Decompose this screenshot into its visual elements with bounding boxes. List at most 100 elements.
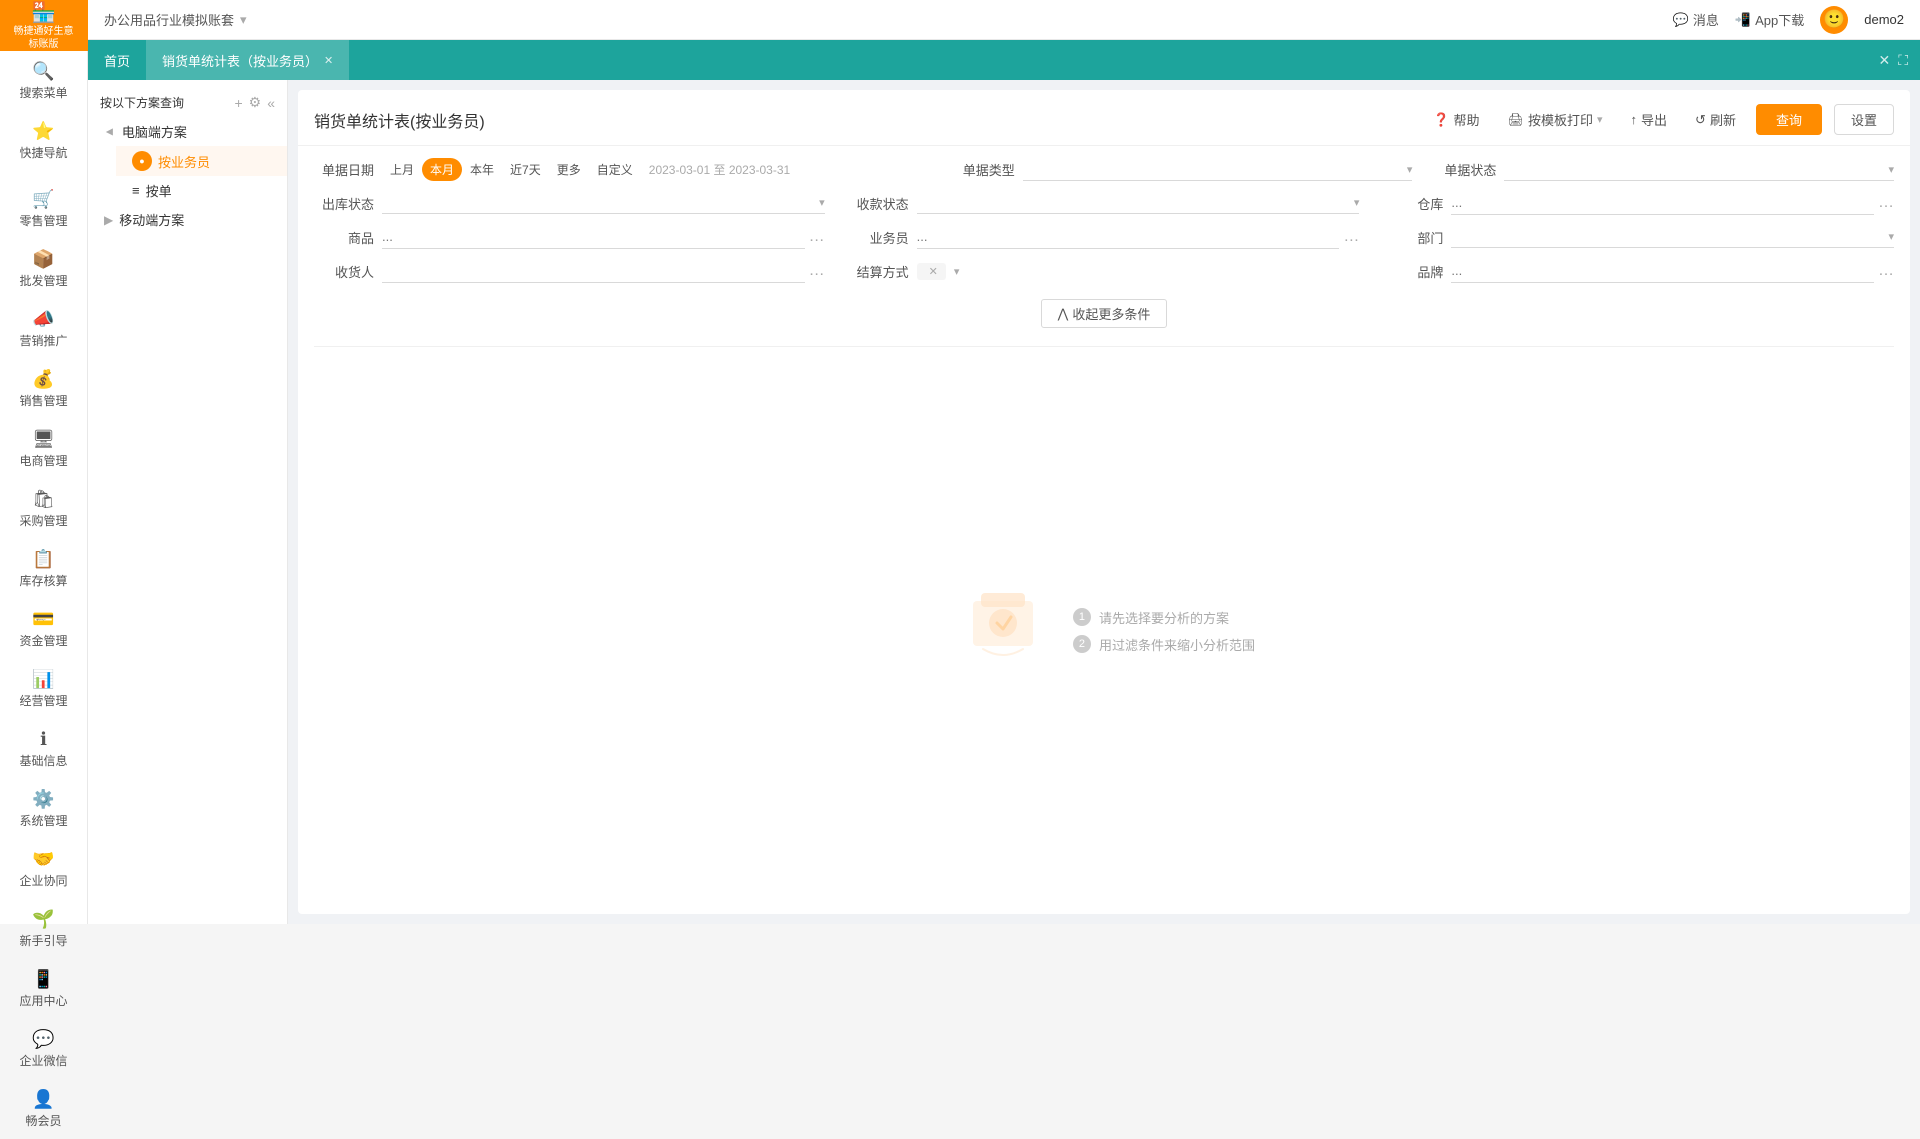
edit-scheme-btn[interactable]: ⚙ — [249, 94, 262, 111]
staff-label: 业务员 — [849, 228, 909, 247]
empty-state: 1 请先选择要分析的方案 2 用过滤条件来缩小分析范围 — [298, 347, 1910, 914]
tab-home[interactable]: 首页 — [88, 40, 146, 80]
add-scheme-btn[interactable]: + — [234, 95, 242, 111]
sidebar-item-sales-label: 销售管理 — [19, 392, 67, 409]
tab-maximize-icon[interactable]: ⛶ — [1898, 52, 1908, 69]
date-range-text: 2023-03-01 至 2023-03-31 — [649, 161, 790, 178]
doc-status-dropdown[interactable]: ▾ — [1504, 159, 1894, 181]
sidebar-item-inventory[interactable]: 📋 库存核算 — [0, 539, 88, 599]
dept-control[interactable]: ▾ — [1451, 226, 1894, 248]
staff-control[interactable]: … — [917, 225, 1360, 249]
filter-staff: 业务员 … — [849, 225, 1360, 249]
warehouse-label: 仓库 — [1383, 194, 1443, 213]
date-btn-7days[interactable]: 近7天 — [502, 158, 549, 181]
date-btn-custom[interactable]: 自定义 — [589, 158, 641, 181]
dept-arrow-icon: ▾ — [1888, 230, 1894, 243]
tree-node-by-order[interactable]: ≡ 按单 — [116, 176, 287, 205]
out-status-dropdown[interactable]: ▾ — [382, 192, 825, 214]
consignee-dots-icon[interactable]: … — [809, 262, 825, 280]
doc-type-control[interactable]: ▾ — [1023, 159, 1413, 181]
brand-control[interactable]: … — [1451, 259, 1894, 283]
mobile-scheme-label: 移动端方案 — [119, 210, 184, 229]
tree-mobile-scheme[interactable]: ▶ 移动端方案 — [88, 205, 287, 234]
dept-dropdown[interactable]: ▾ — [1451, 226, 1894, 248]
user-avatar[interactable]: 🙂 — [1820, 6, 1848, 34]
page-actions: ❓ 帮助 🖨 按模板打印 ▾ ↑ 导出 ↺ 刷新 — [1425, 104, 1894, 135]
refresh-icon: ↺ — [1695, 112, 1706, 128]
tree-pc-scheme[interactable]: ▼ 电脑端方案 — [88, 117, 287, 146]
sidebar-logo[interactable]: 🏪 畅捷通好生意 标账版 — [0, 0, 88, 51]
sidebar-item-sales[interactable]: 💰 销售管理 — [0, 359, 88, 419]
sidebar-item-marketing[interactable]: 📣 营销推广 — [0, 299, 88, 359]
sidebar-item-system[interactable]: ⚙️ 系统管理 — [0, 779, 88, 839]
message-btn[interactable]: 💬 消息 — [1673, 10, 1719, 29]
date-btn-lastmonth[interactable]: 上月 — [382, 158, 422, 181]
print-btn[interactable]: 🖨 按模板打印 ▾ — [1499, 106, 1610, 133]
filter-row-3: 商品 … 业务员 … 部门 — [314, 225, 1894, 249]
out-status-control[interactable]: ▾ — [382, 192, 825, 214]
brand-dots-icon[interactable]: … — [1878, 262, 1894, 280]
collapse-btn[interactable]: ⋀ 收起更多条件 — [1041, 299, 1168, 328]
empty-hint-1: 1 请先选择要分析的方案 — [1073, 608, 1255, 627]
sidebar-item-ecommerce-label: 电商管理 — [19, 452, 67, 469]
app-download-btn[interactable]: 📲 App下载 — [1735, 10, 1804, 29]
sidebar-item-search[interactable]: 🔍 搜索菜单 — [0, 51, 88, 111]
print-arrow-icon: ▾ — [1597, 113, 1603, 126]
refresh-btn[interactable]: ↺ 刷新 — [1687, 106, 1744, 133]
staff-input[interactable] — [917, 225, 1340, 249]
doc-status-control[interactable]: ▾ — [1504, 159, 1894, 181]
consignee-control[interactable]: … — [382, 259, 825, 283]
brand-input[interactable] — [1451, 259, 1874, 283]
export-btn[interactable]: ↑ 导出 — [1623, 106, 1676, 133]
goods-control[interactable]: … — [382, 225, 825, 249]
sidebar-item-operations[interactable]: 📊 经营管理 — [0, 659, 88, 719]
sidebar-item-search-label: 搜索菜单 — [19, 84, 67, 101]
goods-input[interactable] — [382, 225, 805, 249]
filter-receipt-status: 收款状态 ▾ — [849, 192, 1360, 214]
filter-warehouse: 仓库 … — [1383, 191, 1894, 215]
receipt-status-control[interactable]: ▾ — [917, 192, 1360, 214]
staff-dots-icon[interactable]: … — [1343, 228, 1359, 246]
doc-type-arrow-icon: ▾ — [1407, 163, 1413, 176]
tab-sales-stat[interactable]: 销货单统计表（按业务员） ✕ — [146, 40, 349, 80]
tree-node-by-staff[interactable]: ● 按业务员 — [116, 146, 287, 176]
sidebar-item-retail[interactable]: 🛒 零售管理 — [0, 179, 88, 239]
date-btn-thismonth[interactable]: 本月 — [422, 158, 462, 181]
left-panel-actions: + ⚙ « — [234, 94, 275, 111]
date-btn-more[interactable]: 更多 — [549, 158, 589, 181]
doc-type-dropdown[interactable]: ▾ — [1023, 159, 1413, 181]
collapse-panel-btn[interactable]: « — [267, 95, 275, 111]
sidebar-item-member[interactable]: 👤 畅会员 — [0, 1079, 88, 1139]
sidebar-item-wechat[interactable]: 💬 企业微信 — [0, 1019, 88, 1079]
settings-btn[interactable]: 设置 — [1834, 104, 1894, 135]
tab-close-window-icon[interactable]: ✕ — [1878, 52, 1890, 69]
tab-close-icon[interactable]: ✕ — [324, 54, 333, 67]
sidebar-item-finance[interactable]: 💳 资金管理 — [0, 599, 88, 659]
sidebar-item-basic[interactable]: ℹ 基础信息 — [0, 719, 88, 779]
topbar-dropdown-icon[interactable]: ▾ — [240, 12, 247, 28]
sidebar-item-purchase[interactable]: 🛍 采购管理 — [0, 479, 88, 539]
sidebar-item-apps[interactable]: 📱 应用中心 — [0, 959, 88, 1019]
sidebar-item-wholesale[interactable]: 📦 批发管理 — [0, 239, 88, 299]
goods-dots-icon[interactable]: … — [809, 228, 825, 246]
settlement-arrow-icon[interactable]: ▾ — [954, 265, 960, 278]
consignee-input[interactable] — [382, 259, 805, 283]
user-name[interactable]: demo2 — [1864, 12, 1904, 27]
settlement-tag-close-icon[interactable]: ✕ — [929, 265, 938, 278]
sidebar-item-ecommerce[interactable]: 🖥 电商管理 — [0, 419, 88, 479]
warehouse-input[interactable] — [1451, 191, 1874, 215]
sidebar-item-cooperation[interactable]: 🤝 企业协同 — [0, 839, 88, 899]
receipt-status-dropdown[interactable]: ▾ — [917, 192, 1360, 214]
warehouse-control[interactable]: … — [1451, 191, 1894, 215]
sidebar-item-newuser[interactable]: 🌱 新手引导 — [0, 899, 88, 959]
collapse-btn-label: 收起更多条件 — [1072, 304, 1150, 323]
content-area: 按以下方案查询 + ⚙ « ▼ 电脑端方案 ● 按业务员 — [88, 80, 1920, 924]
query-btn[interactable]: 查询 — [1756, 104, 1822, 135]
sidebar-item-purchase-label: 采购管理 — [19, 512, 67, 529]
empty-illustration — [953, 571, 1053, 690]
sidebar-item-quicknav[interactable]: ⭐ 快捷导航 — [0, 111, 88, 171]
warehouse-dots-icon[interactable]: … — [1878, 194, 1894, 212]
date-btn-thisyear[interactable]: 本年 — [462, 158, 502, 181]
tab-sales-stat-label: 销货单统计表（按业务员） — [162, 51, 318, 70]
help-btn[interactable]: ❓ 帮助 — [1425, 106, 1487, 133]
